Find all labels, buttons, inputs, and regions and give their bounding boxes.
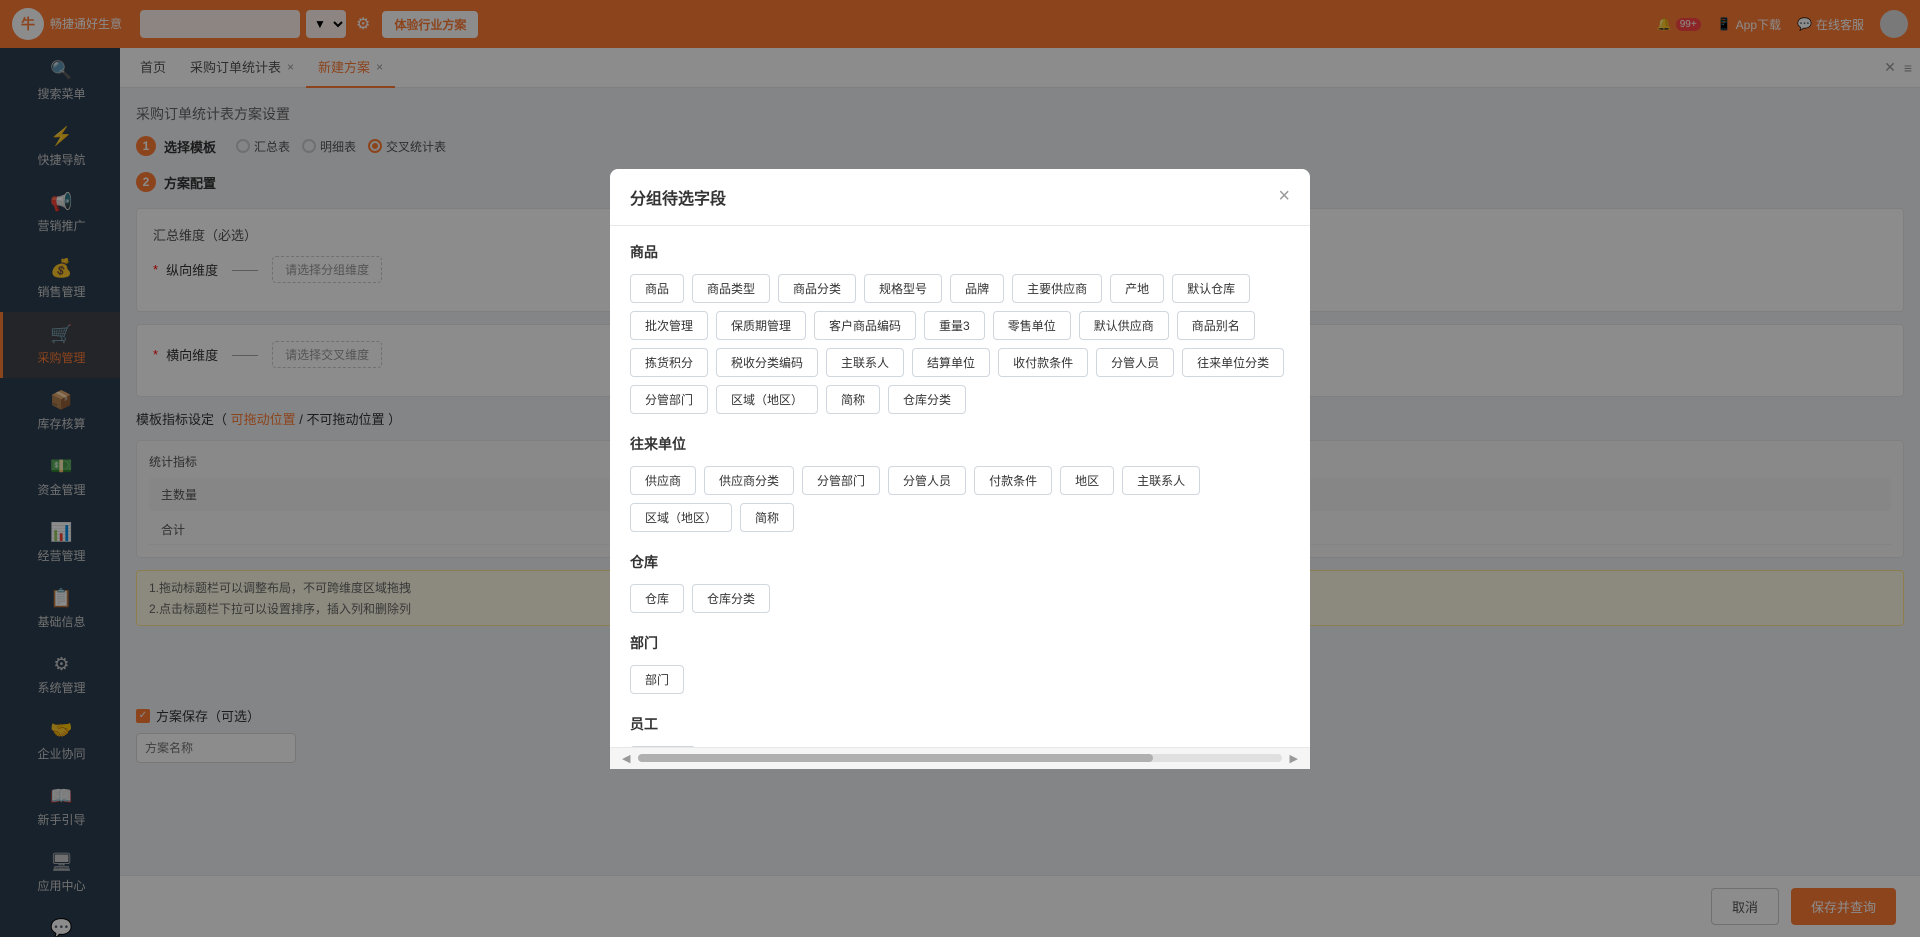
field-select-dialog: 分组待选字段 × 商品 商品商品类型商品分类规格型号品牌主要供应商产地默认仓库批…: [610, 169, 1310, 769]
field-tag[interactable]: 商品别名: [1177, 311, 1255, 340]
field-tag[interactable]: 产地: [1110, 274, 1164, 303]
field-tag[interactable]: 付款条件: [974, 466, 1052, 495]
scroll-track: [638, 754, 1281, 762]
dialog-title: 分组待选字段: [630, 185, 726, 209]
field-tag[interactable]: 客户商品编码: [814, 311, 916, 340]
field-tag[interactable]: 默认仓库: [1172, 274, 1250, 303]
field-group-product-title: 商品: [630, 242, 1290, 262]
field-tag[interactable]: 简称: [740, 503, 794, 532]
field-tag[interactable]: 规格型号: [864, 274, 942, 303]
field-tag[interactable]: 供应商分类: [704, 466, 794, 495]
field-tag[interactable]: 品牌: [950, 274, 1004, 303]
field-tag[interactable]: 仓库分类: [888, 385, 966, 414]
field-tag[interactable]: 仓库: [630, 584, 684, 613]
field-tag[interactable]: 地区: [1060, 466, 1114, 495]
field-tag[interactable]: 仓库分类: [692, 584, 770, 613]
field-group-staff-title: 员工: [630, 714, 1290, 734]
field-tag[interactable]: 分管人员: [888, 466, 966, 495]
field-tag[interactable]: 结算单位: [912, 348, 990, 377]
field-tags-dept: 部门: [630, 665, 1290, 694]
field-tag[interactable]: 分管部门: [802, 466, 880, 495]
field-tag[interactable]: 分管人员: [1096, 348, 1174, 377]
field-tag[interactable]: 供应商: [630, 466, 696, 495]
field-tag[interactable]: 零售单位: [993, 311, 1071, 340]
field-tag[interactable]: 区域（地区）: [716, 385, 818, 414]
field-tags-warehouse: 仓库仓库分类: [630, 584, 1290, 613]
field-tag[interactable]: 商品分类: [778, 274, 856, 303]
field-tag[interactable]: 收付款条件: [998, 348, 1088, 377]
field-tag[interactable]: 保质期管理: [716, 311, 806, 340]
field-group-contacts: 往来单位 供应商供应商分类分管部门分管人员付款条件地区主联系人区域（地区） 简称: [630, 434, 1290, 532]
field-tag[interactable]: 批次管理: [630, 311, 708, 340]
field-tag[interactable]: 商品类型: [692, 274, 770, 303]
field-tag[interactable]: 区域（地区）: [630, 503, 732, 532]
field-tag[interactable]: 简称: [826, 385, 880, 414]
field-group-contacts-title: 往来单位: [630, 434, 1290, 454]
scroll-left-arrow[interactable]: ◀: [618, 752, 634, 765]
field-tag[interactable]: 默认供应商: [1079, 311, 1169, 340]
scroll-right-arrow[interactable]: ▶: [1286, 752, 1302, 765]
dialog-body: 商品 商品商品类型商品分类规格型号品牌主要供应商产地默认仓库批次管理保质期管理客…: [610, 226, 1310, 747]
dialog-header: 分组待选字段 ×: [610, 169, 1310, 226]
field-group-dept-title: 部门: [630, 633, 1290, 653]
field-group-warehouse-title: 仓库: [630, 552, 1290, 572]
dialog-scroll-bar: ◀ ▶: [610, 747, 1310, 769]
field-group-warehouse: 仓库 仓库仓库分类: [630, 552, 1290, 613]
field-tags-contacts: 供应商供应商分类分管部门分管人员付款条件地区主联系人区域（地区） 简称: [630, 466, 1290, 532]
field-tag[interactable]: 商品: [630, 274, 684, 303]
field-group-dept: 部门 部门: [630, 633, 1290, 694]
field-tag[interactable]: 分管部门: [630, 385, 708, 414]
field-group-staff: 员工 业务员: [630, 714, 1290, 747]
field-group-product: 商品 商品商品类型商品分类规格型号品牌主要供应商产地默认仓库批次管理保质期管理客…: [630, 242, 1290, 414]
field-tag[interactable]: 往来单位分类: [1182, 348, 1284, 377]
field-tag[interactable]: 税收分类编码: [716, 348, 818, 377]
field-tag[interactable]: 主联系人: [1122, 466, 1200, 495]
field-tag[interactable]: 部门: [630, 665, 684, 694]
scroll-thumb: [638, 754, 1152, 762]
field-tag[interactable]: 主要供应商: [1012, 274, 1102, 303]
field-tags-product: 商品商品类型商品分类规格型号品牌主要供应商产地默认仓库批次管理保质期管理客户商品…: [630, 274, 1290, 414]
field-tag[interactable]: 拣货积分: [630, 348, 708, 377]
field-tag[interactable]: 主联系人: [826, 348, 904, 377]
field-tag[interactable]: 重量3: [924, 311, 985, 340]
dialog-close-button[interactable]: ×: [1278, 185, 1290, 208]
